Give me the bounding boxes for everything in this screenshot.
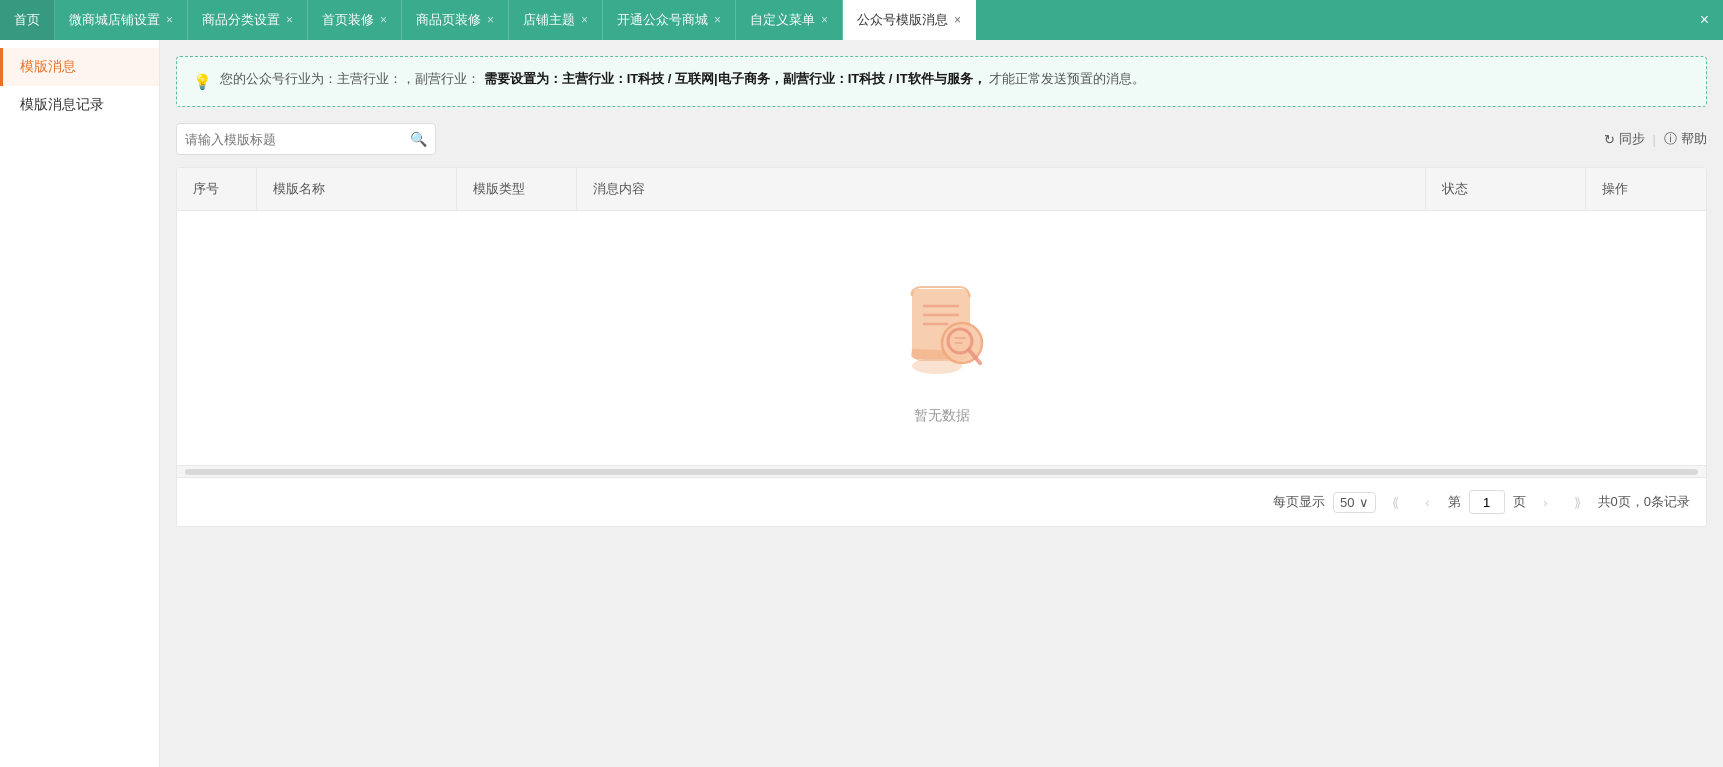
notice-text-suffix: 才能正常发送预置的消息。 [989,71,1145,86]
page-size-label: 每页显示 [1273,493,1325,511]
toolbar-right: ↻ 同步 | ⓘ 帮助 [1604,130,1707,148]
notice-text-highlight: 需要设置为：主营行业：IT科技 / 互联网|电子商务，副营行业：IT科技 / I… [484,71,986,86]
scrollbar-track[interactable] [185,469,1698,475]
th-type: 模版类型 [457,168,577,210]
help-button[interactable]: ⓘ 帮助 [1664,130,1707,148]
nav-tab-home-decoration-label: 首页装修 [322,11,374,29]
th-action: 操作 [1586,168,1706,210]
total-info: 共0页，0条记录 [1598,493,1690,511]
notice-lightbulb-icon: 💡 [193,70,212,94]
pagination: 每页显示 50 ∨ ⟪ ‹ 第 页 › ⟫ [177,477,1706,526]
notice-text: 您的公众号行业为：主营行业：，副营行业： 需要设置为：主营行业：IT科技 / 互… [220,69,1145,90]
sidebar-item-template-message-record-label: 模版消息记录 [20,96,104,112]
close-product-decoration-icon[interactable]: × [487,13,494,27]
th-status: 状态 [1426,168,1586,210]
notice-text-prefix: 您的公众号行业为：主营行业：，副营行业： [220,71,480,86]
nav-tab-shop-settings-label: 微商城店铺设置 [69,11,160,29]
th-index: 序号 [177,168,257,210]
close-custom-menu-icon[interactable]: × [821,13,828,27]
sidebar-item-template-message[interactable]: 模版消息 [0,48,159,86]
search-icon[interactable]: 🔍 [410,131,427,147]
page-label-pre: 第 [1448,493,1461,511]
current-page-input[interactable] [1469,490,1505,514]
th-name: 模版名称 [257,168,457,210]
empty-illustration-svg [882,271,1002,391]
sidebar-item-template-message-label: 模版消息 [20,58,76,74]
sidebar: 模版消息 模版消息记录 [0,40,160,767]
nav-tab-custom-menu-label: 自定义菜单 [750,11,815,29]
th-content: 消息内容 [577,168,1426,210]
scrollbar-area [177,465,1706,477]
main-layout: 模版消息 模版消息记录 💡 您的公众号行业为：主营行业：，副营行业： 需要设置为… [0,40,1723,767]
nav-tab-home-decoration[interactable]: 首页装修 × [308,0,402,40]
first-page-button[interactable]: ⟪ [1384,490,1408,514]
nav-tab-product-decoration-label: 商品页装修 [416,11,481,29]
last-page-button[interactable]: ⟫ [1566,490,1590,514]
nav-tab-shop-settings[interactable]: 微商城店铺设置 × [55,0,188,40]
nav-tab-template-msg[interactable]: 公众号模版消息 × [843,0,976,40]
nav-tab-custom-menu[interactable]: 自定义菜单 × [736,0,843,40]
close-shop-settings-icon[interactable]: × [166,13,173,27]
sidebar-item-template-message-record[interactable]: 模版消息记录 [0,86,159,124]
sync-button[interactable]: ↻ 同步 [1604,130,1645,148]
sync-label: 同步 [1619,130,1645,148]
notice-box: 💡 您的公众号行业为：主营行业：，副营行业： 需要设置为：主营行业：IT科技 /… [176,56,1707,107]
page-size-select[interactable]: 50 ∨ [1333,492,1375,513]
top-navigation: 首页 微商城店铺设置 × 商品分类设置 × 首页装修 × 商品页装修 × 店铺主… [0,0,1723,40]
nav-tab-shop-theme-label: 店铺主题 [523,11,575,29]
close-template-msg-icon[interactable]: × [954,13,961,27]
help-circle-icon: ⓘ [1664,130,1677,148]
page-size-value: 50 [1340,495,1354,510]
nav-tab-shop-theme[interactable]: 店铺主题 × [509,0,603,40]
empty-text: 暂无数据 [914,407,970,425]
last-page-icon: ⟫ [1574,495,1581,510]
close-open-mall-icon[interactable]: × [714,13,721,27]
close-all-button[interactable]: × [1686,0,1723,40]
search-box: 🔍 [176,123,436,155]
close-category-settings-icon[interactable]: × [286,13,293,27]
toolbar: 🔍 ↻ 同步 | ⓘ 帮助 [176,123,1707,155]
first-page-icon: ⟪ [1392,495,1399,510]
nav-tab-open-mall[interactable]: 开通公众号商城 × [603,0,736,40]
toolbar-divider: | [1653,132,1656,147]
table-container: 序号 模版名称 模版类型 消息内容 状态 操作 [176,167,1707,527]
sync-refresh-icon: ↻ [1604,132,1615,147]
nav-tab-category-settings[interactable]: 商品分类设置 × [188,0,308,40]
content-area: 💡 您的公众号行业为：主营行业：，副营行业： 需要设置为：主营行业：IT科技 /… [160,40,1723,767]
nav-tab-template-msg-label: 公众号模版消息 [857,11,948,29]
page-size-chevron-down-icon: ∨ [1359,495,1369,510]
table-header: 序号 模版名称 模版类型 消息内容 状态 操作 [177,168,1706,211]
close-shop-theme-icon[interactable]: × [581,13,588,27]
nav-tab-home-label: 首页 [14,11,40,29]
nav-tab-product-decoration[interactable]: 商品页装修 × [402,0,509,40]
close-home-decoration-icon[interactable]: × [380,13,387,27]
empty-illustration [882,271,1002,391]
page-label-suf: 页 [1513,493,1526,511]
next-page-button[interactable]: › [1534,490,1558,514]
nav-tab-category-settings-label: 商品分类设置 [202,11,280,29]
next-page-icon: › [1543,495,1547,510]
nav-tab-home[interactable]: 首页 [0,0,55,40]
nav-tab-open-mall-label: 开通公众号商城 [617,11,708,29]
search-input[interactable] [185,132,410,147]
empty-state: 暂无数据 [177,211,1706,465]
prev-page-button[interactable]: ‹ [1416,490,1440,514]
prev-page-icon: ‹ [1425,495,1429,510]
help-label: 帮助 [1681,130,1707,148]
